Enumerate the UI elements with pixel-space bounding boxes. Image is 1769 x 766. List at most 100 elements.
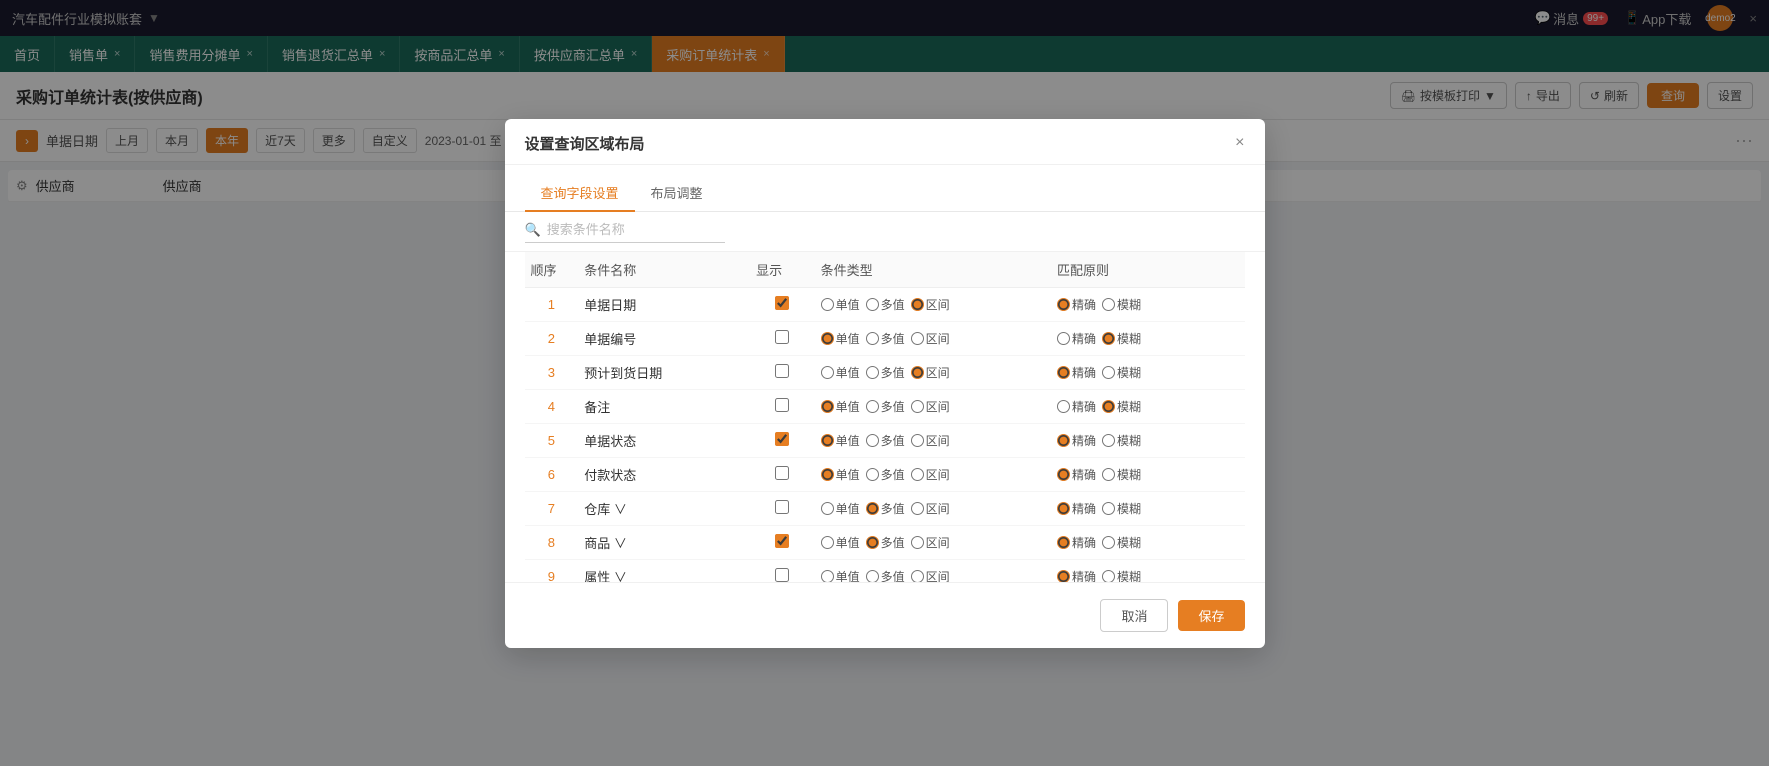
radio-type-single[interactable] xyxy=(821,298,834,311)
radio-match-fuzzy[interactable] xyxy=(1102,400,1115,413)
radio-type-multiple-item[interactable]: 多值 xyxy=(866,398,905,415)
cell-show[interactable] xyxy=(750,423,814,457)
radio-match-exact[interactable] xyxy=(1057,400,1070,413)
radio-type-multiple[interactable] xyxy=(866,332,879,345)
radio-type-multiple[interactable] xyxy=(866,298,879,311)
radio-type-multiple-item[interactable]: 多值 xyxy=(866,432,905,449)
radio-match-exact[interactable] xyxy=(1057,298,1070,311)
radio-type-single-item[interactable]: 单值 xyxy=(821,500,860,517)
show-checkbox[interactable] xyxy=(775,534,789,548)
radio-type-range-item[interactable]: 区间 xyxy=(911,364,950,381)
radio-type-multiple-item[interactable]: 多值 xyxy=(866,364,905,381)
radio-match-fuzzy[interactable] xyxy=(1102,570,1115,582)
radio-type-single[interactable] xyxy=(821,400,834,413)
radio-type-multiple-item[interactable]: 多值 xyxy=(866,568,905,582)
radio-type-range-item[interactable]: 区间 xyxy=(911,296,950,313)
radio-type-range-item[interactable]: 区间 xyxy=(911,398,950,415)
show-checkbox[interactable] xyxy=(775,330,789,344)
radio-match-fuzzy-item[interactable]: 模糊 xyxy=(1102,296,1141,313)
radio-type-multiple-item[interactable]: 多值 xyxy=(866,534,905,551)
radio-match-exact[interactable] xyxy=(1057,536,1070,549)
radio-match-fuzzy-item[interactable]: 模糊 xyxy=(1102,330,1141,347)
radio-type-single[interactable] xyxy=(821,536,834,549)
radio-match-fuzzy[interactable] xyxy=(1102,536,1115,549)
cell-show[interactable] xyxy=(750,559,814,582)
show-checkbox[interactable] xyxy=(775,296,789,310)
radio-match-fuzzy[interactable] xyxy=(1102,366,1115,379)
radio-type-range[interactable] xyxy=(911,366,924,379)
radio-type-single-item[interactable]: 单值 xyxy=(821,296,860,313)
radio-type-single-item[interactable]: 单值 xyxy=(821,330,860,347)
radio-type-multiple[interactable] xyxy=(866,400,879,413)
radio-type-range[interactable] xyxy=(911,298,924,311)
radio-type-range[interactable] xyxy=(911,400,924,413)
radio-type-single-item[interactable]: 单值 xyxy=(821,432,860,449)
radio-match-exact-item[interactable]: 精确 xyxy=(1057,568,1096,582)
radio-match-exact-item[interactable]: 精确 xyxy=(1057,330,1096,347)
radio-type-single[interactable] xyxy=(821,332,834,345)
radio-match-exact-item[interactable]: 精确 xyxy=(1057,296,1096,313)
radio-type-multiple-item[interactable]: 多值 xyxy=(866,296,905,313)
radio-type-range[interactable] xyxy=(911,332,924,345)
cell-show[interactable] xyxy=(750,457,814,491)
radio-match-exact-item[interactable]: 精确 xyxy=(1057,432,1096,449)
radio-type-range[interactable] xyxy=(911,502,924,515)
radio-type-single-item[interactable]: 单值 xyxy=(821,364,860,381)
radio-type-range[interactable] xyxy=(911,570,924,582)
save-button[interactable]: 保存 xyxy=(1178,600,1244,631)
radio-type-single-item[interactable]: 单值 xyxy=(821,398,860,415)
cancel-button[interactable]: 取消 xyxy=(1100,599,1168,632)
radio-type-single[interactable] xyxy=(821,468,834,481)
radio-type-multiple[interactable] xyxy=(866,502,879,515)
radio-match-exact[interactable] xyxy=(1057,570,1070,582)
radio-match-fuzzy-item[interactable]: 模糊 xyxy=(1102,500,1141,517)
radio-type-single[interactable] xyxy=(821,434,834,447)
radio-match-fuzzy-item[interactable]: 模糊 xyxy=(1102,398,1141,415)
cell-show[interactable] xyxy=(750,321,814,355)
radio-type-single[interactable] xyxy=(821,366,834,379)
show-checkbox[interactable] xyxy=(775,432,789,446)
show-checkbox[interactable] xyxy=(775,466,789,480)
tab-layout-adjust[interactable]: 布局调整 xyxy=(635,175,719,212)
radio-match-exact[interactable] xyxy=(1057,468,1070,481)
radio-match-fuzzy[interactable] xyxy=(1102,298,1115,311)
show-checkbox[interactable] xyxy=(775,364,789,378)
radio-match-exact-item[interactable]: 精确 xyxy=(1057,500,1096,517)
radio-type-multiple[interactable] xyxy=(866,536,879,549)
radio-match-exact[interactable] xyxy=(1057,502,1070,515)
radio-match-fuzzy-item[interactable]: 模糊 xyxy=(1102,466,1141,483)
radio-type-single[interactable] xyxy=(821,502,834,515)
radio-type-range-item[interactable]: 区间 xyxy=(911,534,950,551)
radio-type-multiple[interactable] xyxy=(866,366,879,379)
cell-show[interactable] xyxy=(750,389,814,423)
tab-query-fields[interactable]: 查询字段设置 xyxy=(525,175,635,212)
radio-match-exact[interactable] xyxy=(1057,332,1070,345)
radio-match-exact-item[interactable]: 精确 xyxy=(1057,364,1096,381)
cell-show[interactable] xyxy=(750,355,814,389)
cell-show[interactable] xyxy=(750,525,814,559)
radio-match-exact-item[interactable]: 精确 xyxy=(1057,466,1096,483)
radio-match-fuzzy[interactable] xyxy=(1102,468,1115,481)
radio-match-fuzzy-item[interactable]: 模糊 xyxy=(1102,568,1141,582)
radio-type-multiple[interactable] xyxy=(866,570,879,582)
search-input[interactable] xyxy=(547,222,707,237)
show-checkbox[interactable] xyxy=(775,398,789,412)
radio-type-range-item[interactable]: 区间 xyxy=(911,330,950,347)
radio-type-multiple-item[interactable]: 多值 xyxy=(866,500,905,517)
radio-match-fuzzy-item[interactable]: 模糊 xyxy=(1102,364,1141,381)
radio-type-range-item[interactable]: 区间 xyxy=(911,500,950,517)
radio-type-range-item[interactable]: 区间 xyxy=(911,466,950,483)
radio-type-single[interactable] xyxy=(821,570,834,582)
radio-type-single-item[interactable]: 单值 xyxy=(821,534,860,551)
radio-match-fuzzy-item[interactable]: 模糊 xyxy=(1102,534,1141,551)
radio-type-multiple[interactable] xyxy=(866,468,879,481)
radio-match-exact[interactable] xyxy=(1057,434,1070,447)
radio-type-multiple[interactable] xyxy=(866,434,879,447)
show-checkbox[interactable] xyxy=(775,500,789,514)
radio-type-single-item[interactable]: 单值 xyxy=(821,568,860,582)
radio-type-range-item[interactable]: 区间 xyxy=(911,568,950,582)
radio-match-fuzzy[interactable] xyxy=(1102,502,1115,515)
radio-match-fuzzy-item[interactable]: 模糊 xyxy=(1102,432,1141,449)
radio-type-multiple-item[interactable]: 多值 xyxy=(866,466,905,483)
cell-show[interactable] xyxy=(750,491,814,525)
